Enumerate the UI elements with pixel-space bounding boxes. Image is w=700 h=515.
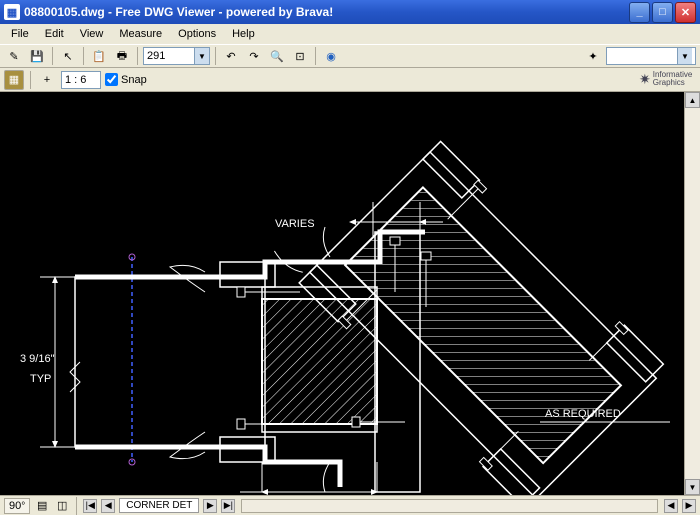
menubar: File Edit View Measure Options Help	[0, 24, 700, 44]
dropdown-arrow-icon[interactable]: ▼	[677, 48, 692, 64]
logo-icon: ✷	[639, 71, 651, 88]
menu-file[interactable]: File	[4, 26, 36, 42]
scroll-right-icon[interactable]: ▶	[682, 499, 696, 513]
statusbar: 90° ▤ ◫ |◀ ◀ CORNER DET ▶ ▶| ◀ ▶	[0, 495, 700, 515]
scroll-up-icon[interactable]: ▲	[685, 92, 700, 108]
separator	[30, 71, 31, 89]
brand-sub: Graphics	[653, 79, 693, 87]
print-icon[interactable]: 🖶	[112, 46, 132, 66]
menu-edit[interactable]: Edit	[38, 26, 71, 42]
titlebar: ▦ 08800105.dwg - Free DWG Viewer - power…	[0, 0, 700, 24]
app-icon: ▦	[4, 4, 20, 20]
save-icon[interactable]: 💾	[27, 46, 47, 66]
angle-indicator[interactable]: 90°	[4, 498, 30, 514]
snap-checkbox-label[interactable]: Snap	[105, 73, 147, 86]
tab-next-icon[interactable]: ▶	[203, 499, 217, 513]
separator	[137, 47, 138, 65]
pointer-icon[interactable]: ↖	[58, 46, 78, 66]
scroll-down-icon[interactable]: ▼	[685, 479, 700, 495]
close-button[interactable]: ✕	[675, 2, 696, 23]
dim-varies-label: VARIES	[275, 218, 315, 230]
secondary-toolbar: ▦ + Snap ✷ Informative Graphics	[0, 68, 700, 92]
placement-input[interactable]	[607, 50, 677, 62]
menu-measure[interactable]: Measure	[112, 26, 169, 42]
horizontal-scrollbar[interactable]	[241, 499, 658, 513]
page-input[interactable]	[144, 50, 194, 62]
as-required-label: AS REQUIRED	[545, 408, 621, 420]
dropdown-arrow-icon[interactable]: ▼	[194, 48, 209, 64]
page-combo[interactable]: ▼	[143, 47, 210, 65]
snap-checkbox[interactable]	[105, 73, 118, 86]
window-title: 08800105.dwg - Free DWG Viewer - powered…	[24, 5, 629, 19]
crosshair-icon[interactable]: +	[37, 70, 57, 90]
scroll-track[interactable]	[685, 108, 700, 479]
maximize-button[interactable]: □	[652, 2, 673, 23]
placement-combo[interactable]: ▼	[606, 47, 696, 65]
window-controls: _ □ ✕	[629, 2, 696, 23]
tab-first-icon[interactable]: |◀	[83, 499, 97, 513]
separator	[215, 47, 216, 65]
view-icon[interactable]: ◫	[54, 498, 70, 514]
menu-options[interactable]: Options	[171, 26, 223, 42]
snap-label: Snap	[121, 74, 147, 86]
placement-icon[interactable]: ✦	[583, 46, 603, 66]
rotate-right-icon[interactable]: ↷	[244, 46, 264, 66]
scroll-left-icon[interactable]: ◀	[664, 499, 678, 513]
main-toolbar: ✎ 💾 ↖ 📋 🖶 ▼ ↶ ↷ 🔍 ⊡ ◉ ✦ ▼	[0, 44, 700, 68]
tab-last-icon[interactable]: ▶|	[221, 499, 235, 513]
dim-height-typ: TYP	[30, 373, 51, 385]
separator	[83, 47, 84, 65]
rotate-left-icon[interactable]: ↶	[221, 46, 241, 66]
vertical-scrollbar[interactable]: ▲ ▼	[684, 92, 700, 495]
scale-input[interactable]	[61, 71, 101, 89]
brand-logo: ✷ Informative Graphics	[638, 70, 698, 88]
grid-toggle-icon[interactable]: ▦	[4, 70, 24, 90]
zoom-extents-icon[interactable]: ⊡	[290, 46, 310, 66]
drawing-canvas[interactable]: VARIES 3 9/16" TYP 2 3/4" AS REQUIRED	[0, 92, 684, 495]
tab-prev-icon[interactable]: ◀	[101, 499, 115, 513]
menu-help[interactable]: Help	[225, 26, 262, 42]
zoom-in-icon[interactable]: 🔍	[267, 46, 287, 66]
markup-icon[interactable]: ✎	[4, 46, 24, 66]
help-icon[interactable]: ◉	[321, 46, 341, 66]
canvas-area: VARIES 3 9/16" TYP 2 3/4" AS REQUIRED ▲ …	[0, 92, 700, 495]
layers-icon[interactable]: ▤	[34, 498, 50, 514]
menu-view[interactable]: View	[73, 26, 111, 42]
copy-icon[interactable]: 📋	[89, 46, 109, 66]
dim-height-value: 3 9/16"	[20, 353, 55, 365]
layout-tab[interactable]: CORNER DET	[119, 498, 199, 513]
separator	[76, 497, 77, 515]
separator	[52, 47, 53, 65]
separator	[315, 47, 316, 65]
minimize-button[interactable]: _	[629, 2, 650, 23]
